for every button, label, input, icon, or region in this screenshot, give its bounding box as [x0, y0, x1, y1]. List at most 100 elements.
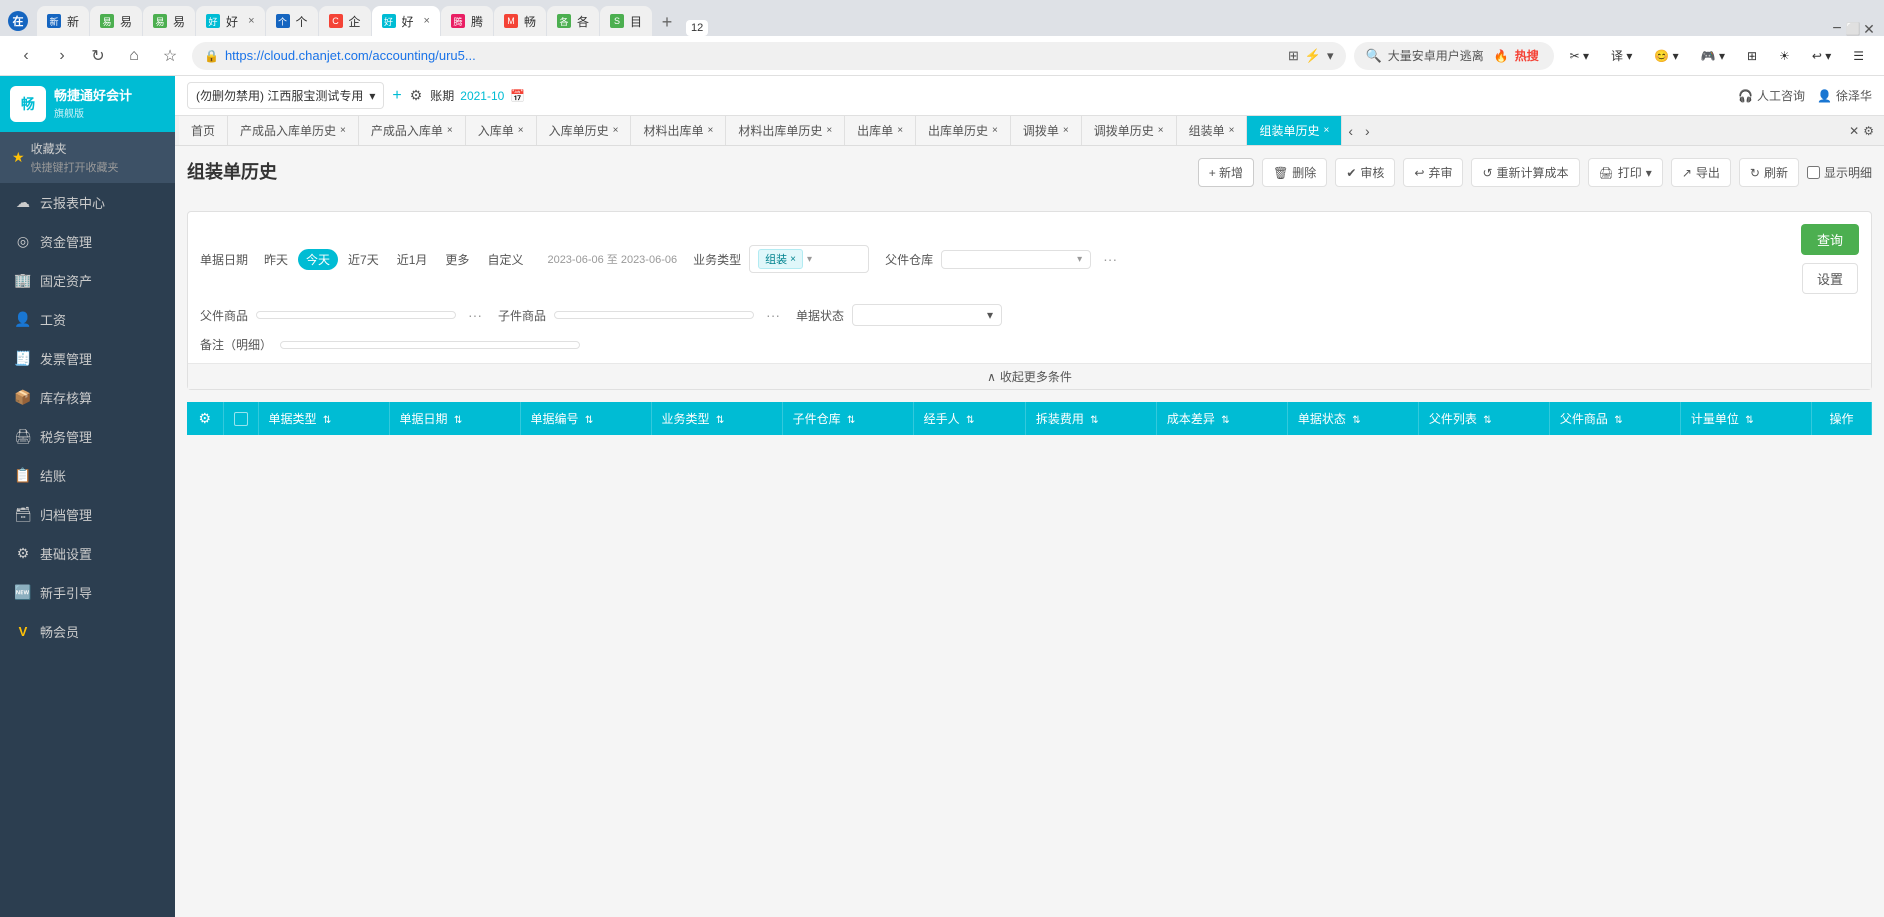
browser-tab-4[interactable]: 好 好 × — [196, 6, 264, 36]
page-tab-out-order[interactable]: 出库单 × — [845, 116, 916, 145]
date-tab-yesterday[interactable]: 昨天 — [256, 249, 296, 270]
sidebar-item-salary[interactable]: 👤 工资 — [0, 300, 175, 339]
page-tab-in-hist[interactable]: 入库单历史 × — [537, 116, 632, 145]
new-button[interactable]: + 新增 — [1198, 158, 1254, 187]
service-button[interactable]: 🎧 人工咨询 — [1738, 87, 1805, 104]
date-tab-7days[interactable]: 近7天 — [340, 249, 387, 270]
order-status-select[interactable]: ▾ — [852, 304, 1002, 326]
date-tab-more[interactable]: 更多 — [437, 249, 477, 270]
col-handler[interactable]: 经手人 ⇅ — [913, 402, 1025, 435]
window-maximize[interactable]: ⬜ — [1846, 22, 1860, 36]
close-tab-produce-in[interactable]: × — [447, 125, 453, 136]
tab-add-button[interactable]: + — [653, 8, 681, 36]
window-minimize[interactable]: − — [1830, 22, 1844, 36]
reload-button[interactable]: ↻ — [84, 42, 112, 70]
tab-prev-btn[interactable]: ‹ — [1342, 123, 1359, 139]
search-bar[interactable]: 🔍 大量安卓用户逃离 🔥 热搜 — [1354, 42, 1554, 70]
close-tab-assemble-hist[interactable]: × — [1323, 125, 1329, 136]
calendar-icon[interactable]: 📅 — [510, 89, 525, 103]
address-lightning-icon[interactable]: ⚡ — [1305, 48, 1321, 64]
close-tab-mat-out-hist[interactable]: × — [826, 125, 832, 136]
browser-tab-8[interactable]: 腾 腾 — [441, 6, 493, 36]
remarks-input[interactable] — [280, 341, 580, 349]
sidebar-item-stock[interactable]: 📦 库存核算 — [0, 378, 175, 417]
col-check[interactable] — [223, 402, 258, 435]
parent-goods-input[interactable] — [256, 311, 456, 319]
tab-close-4[interactable]: × — [248, 15, 254, 27]
sidebar-item-member[interactable]: V 畅会员 — [0, 612, 175, 651]
close-tab-produce-in-hist[interactable]: × — [340, 125, 346, 136]
menu-tool[interactable]: ☰ — [1845, 44, 1872, 68]
page-tab-home[interactable]: 首页 — [179, 116, 228, 145]
close-tab-in-order[interactable]: × — [518, 125, 524, 136]
close-tab-tiaopan-hist[interactable]: × — [1158, 125, 1164, 136]
parent-warehouse-dropdown-icon[interactable]: ▾ — [1077, 254, 1082, 265]
close-tab-in-hist[interactable]: × — [613, 125, 619, 136]
page-tab-produce-in-hist[interactable]: 产成品入库单历史 × — [228, 116, 359, 145]
col-order-date[interactable]: 单据日期 ⇅ — [389, 402, 520, 435]
browser-tab-1[interactable]: 新 新 — [37, 6, 89, 36]
address-grid-icon[interactable]: ⊞ — [1288, 48, 1299, 64]
col-order-type[interactable]: 单据类型 ⇅ — [258, 402, 389, 435]
close-tab-assemble[interactable]: × — [1229, 125, 1235, 136]
date-tab-1month[interactable]: 近1月 — [389, 249, 436, 270]
parent-goods-more-btn[interactable]: ··· — [468, 307, 482, 323]
export-button[interactable]: ↗ 导出 — [1671, 158, 1731, 187]
parent-warehouse-input[interactable]: ▾ — [941, 250, 1091, 269]
close-tab-out-hist[interactable]: × — [992, 125, 998, 136]
sidebar-item-tax[interactable]: 🖨 税务管理 — [0, 417, 175, 456]
add-company-btn[interactable]: + — [392, 87, 401, 105]
layout-tool[interactable]: ⊞ — [1739, 44, 1765, 68]
game-tool[interactable]: 🎮 ▾ — [1693, 44, 1733, 68]
print-button[interactable]: 🖨 打印 ▾ — [1588, 158, 1663, 187]
col-disassemble-fee[interactable]: 拆装费用 ⇅ — [1025, 402, 1156, 435]
bookmark-button[interactable]: ☆ — [156, 42, 184, 70]
page-tab-mat-out[interactable]: 材料出库单 × — [631, 116, 726, 145]
emoji-tool[interactable]: 😊 ▾ — [1646, 44, 1686, 68]
home-button[interactable]: ⌂ — [120, 42, 148, 70]
set-button[interactable]: 设置 — [1802, 263, 1858, 294]
show-detail-checkbox[interactable] — [1807, 166, 1820, 179]
page-tab-in-order[interactable]: 入库单 × — [466, 116, 537, 145]
sidebar-item-invoice[interactable]: 🧾 发票管理 — [0, 339, 175, 378]
col-cost-diff[interactable]: 成本差异 ⇅ — [1156, 402, 1287, 435]
biz-type-tag-close[interactable]: × — [790, 254, 796, 265]
page-tab-assemble-hist[interactable]: 组装单历史 × — [1247, 116, 1342, 145]
page-tab-assemble[interactable]: 组装单 × — [1177, 116, 1248, 145]
tab-close-all[interactable]: ✕ ⚙ — [1843, 124, 1880, 138]
audit-button[interactable]: ✔ 审核 — [1335, 158, 1395, 187]
sun-tool[interactable]: ☀ — [1771, 44, 1798, 68]
parent-warehouse-more-btn[interactable]: ··· — [1103, 251, 1117, 267]
sidebar-item-settle[interactable]: 📋 结账 — [0, 456, 175, 495]
browser-tab-11[interactable]: S 目 — [600, 6, 652, 36]
history-tool[interactable]: ↩ ▾ — [1804, 44, 1839, 68]
col-settings[interactable]: ⚙ — [187, 402, 223, 435]
tab-next-btn[interactable]: › — [1359, 123, 1376, 139]
user-button[interactable]: 👤 徐泽华 — [1817, 87, 1872, 104]
sidebar-item-cloud-report[interactable]: ☁ 云报表中心 — [0, 183, 175, 222]
browser-tab-9[interactable]: M 畅 — [494, 6, 546, 36]
window-close[interactable]: ✕ — [1862, 22, 1876, 36]
forward-button[interactable]: › — [48, 42, 76, 70]
page-tab-tiaopan[interactable]: 调拨单 × — [1011, 116, 1082, 145]
back-button[interactable]: ‹ — [12, 42, 40, 70]
translate-tool[interactable]: 译 ▾ — [1603, 44, 1640, 68]
child-goods-more-btn[interactable]: ··· — [766, 307, 780, 323]
refresh-button[interactable]: ↻ 刷新 — [1739, 158, 1799, 187]
delete-button[interactable]: 🗑 删除 — [1262, 158, 1327, 187]
tab-close-7[interactable]: × — [424, 15, 430, 27]
browser-tab-5[interactable]: 个 个 — [266, 6, 318, 36]
child-goods-input[interactable] — [554, 311, 754, 319]
biz-type-dropdown-icon[interactable]: ▾ — [807, 254, 812, 265]
date-tab-custom[interactable]: 自定义 — [479, 249, 531, 270]
recalculate-button[interactable]: ↺ 重新计算成本 — [1471, 158, 1579, 187]
page-tab-produce-in[interactable]: 产成品入库单 × — [359, 116, 466, 145]
page-tab-tiaopan-hist[interactable]: 调拨单历史 × — [1082, 116, 1177, 145]
close-tab-tiaopan[interactable]: × — [1063, 125, 1069, 136]
table-settings-icon[interactable]: ⚙ — [198, 410, 211, 426]
browser-tab-2[interactable]: 易 易 — [90, 6, 142, 36]
sidebar-item-fund[interactable]: ◎ 资金管理 — [0, 222, 175, 261]
col-order-no[interactable]: 单据编号 ⇅ — [520, 402, 651, 435]
date-tab-today[interactable]: 今天 — [298, 249, 338, 270]
col-parent-goods[interactable]: 父件商品 ⇅ — [1549, 402, 1680, 435]
